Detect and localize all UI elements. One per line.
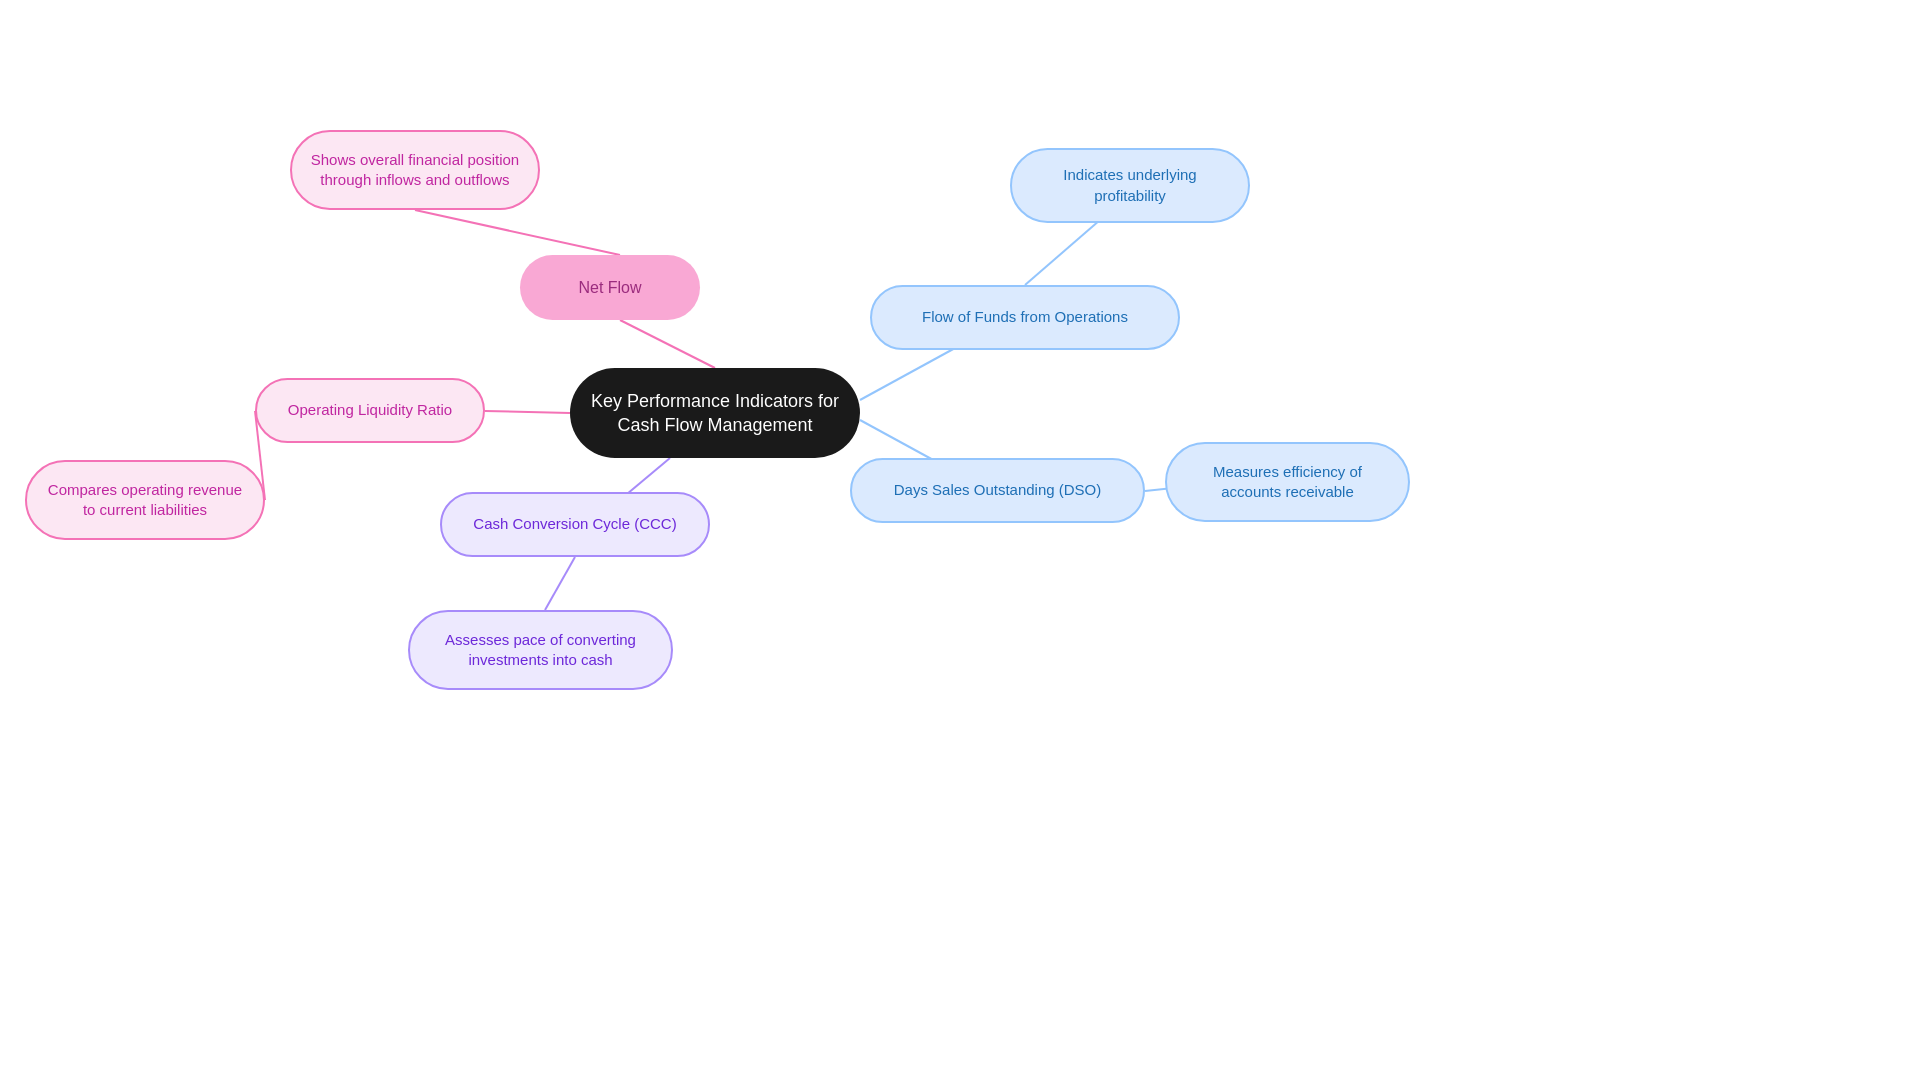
net-flow-node: Net Flow xyxy=(520,255,700,320)
svg-line-0 xyxy=(620,320,715,368)
compares-operating-node: Compares operating revenue to current li… xyxy=(25,460,265,540)
dso-node: Days Sales Outstanding (DSO) xyxy=(850,458,1145,523)
center-node: Key Performance Indicators for Cash Flow… xyxy=(570,368,860,458)
svg-line-7 xyxy=(1025,220,1100,285)
cash-conversion-node: Cash Conversion Cycle (CCC) xyxy=(440,492,710,557)
svg-line-5 xyxy=(545,557,575,610)
svg-line-1 xyxy=(415,210,620,255)
flow-funds-node: Flow of Funds from Operations xyxy=(870,285,1180,350)
connections-svg xyxy=(0,0,1920,1083)
operating-liquidity-node: Operating Liquidity Ratio xyxy=(255,378,485,443)
shows-overall-node: Shows overall financial position through… xyxy=(290,130,540,210)
svg-line-2 xyxy=(485,411,570,413)
measures-efficiency-node: Measures efficiency of accounts receivab… xyxy=(1165,442,1410,522)
indicates-node: Indicates underlying profitability xyxy=(1010,148,1250,223)
assesses-pace-node: Assesses pace of converting investments … xyxy=(408,610,673,690)
